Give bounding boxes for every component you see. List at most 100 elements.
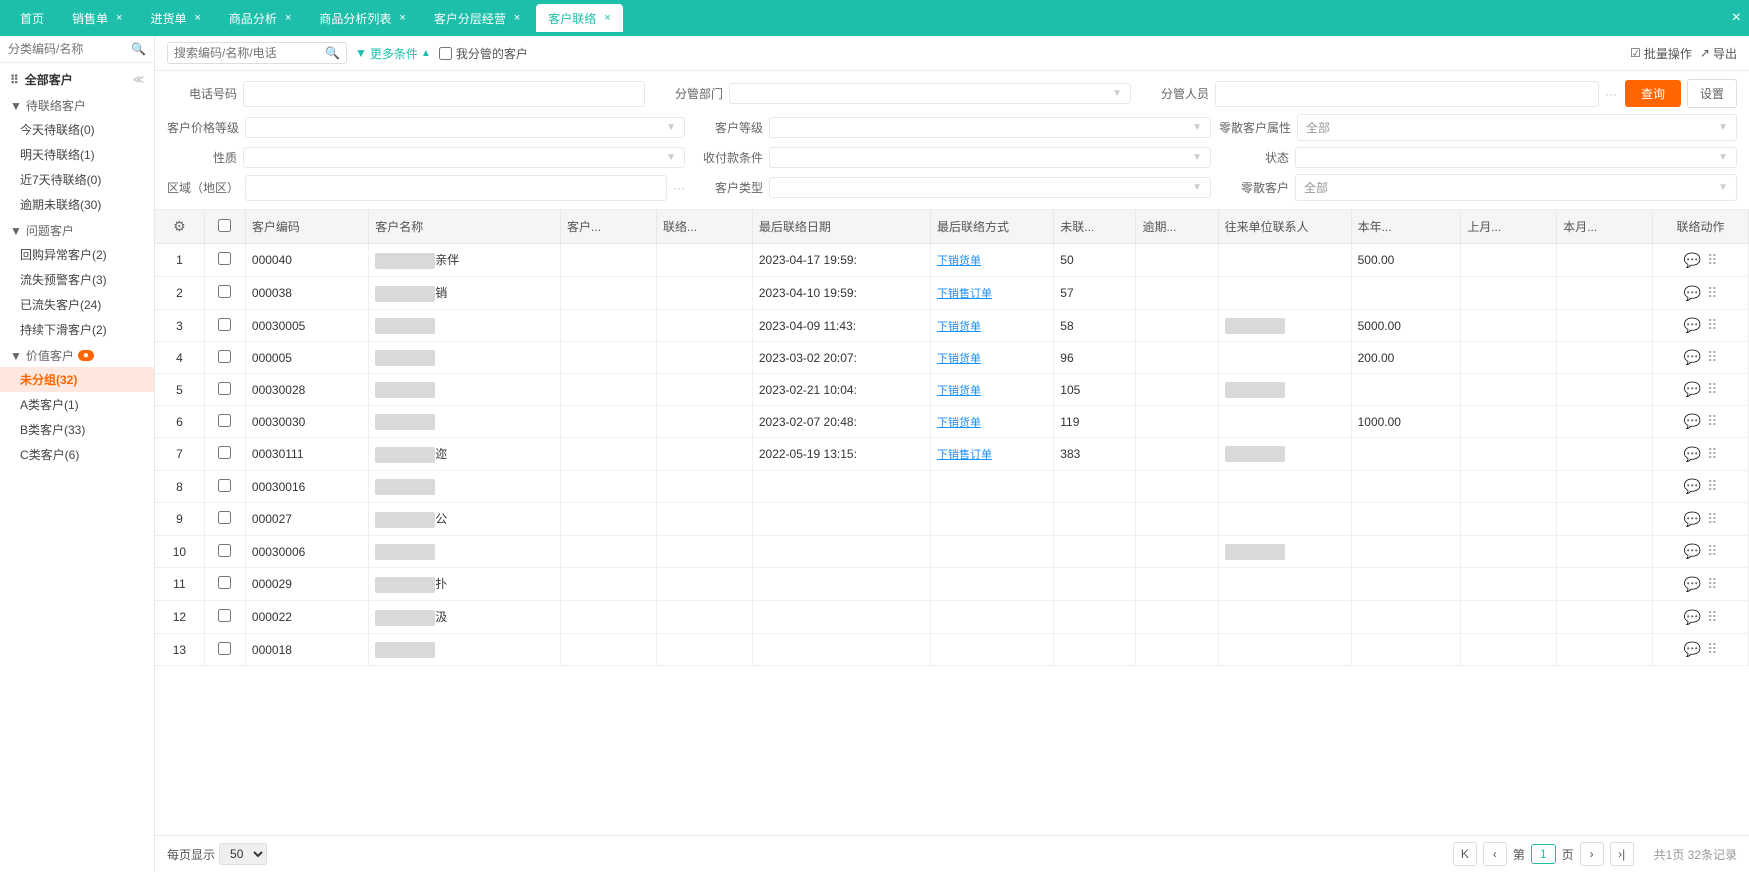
tab-customer-contact-close[interactable]: × xyxy=(604,12,610,24)
last-method-link[interactable]: 下销货单 xyxy=(937,353,981,365)
row-check[interactable] xyxy=(218,382,231,395)
row-check[interactable] xyxy=(218,576,231,589)
row-check[interactable] xyxy=(218,414,231,427)
close-all-icon[interactable]: × xyxy=(1732,9,1741,27)
check-all[interactable] xyxy=(218,219,231,232)
zero-attr-select[interactable]: 全部 ▼ xyxy=(1297,114,1737,141)
sidebar-item-declining[interactable]: 持续下滑客户(2) xyxy=(0,317,154,342)
price-level-select[interactable]: ▼ xyxy=(245,117,685,138)
chat-icon[interactable]: 💬 xyxy=(1684,543,1701,560)
group-value[interactable]: ▼ 价值客户 ● xyxy=(0,342,154,367)
tab-product-analysis[interactable]: 商品分析 × xyxy=(217,4,303,32)
sidebar-search-input[interactable] xyxy=(8,42,127,56)
grid-action-icon[interactable]: ⠿ xyxy=(1707,446,1717,463)
tab-customer-management[interactable]: 客户分层经营 × xyxy=(422,4,532,32)
tab-home[interactable]: 首页 xyxy=(8,4,56,32)
sidebar-collapse-icon[interactable]: ≪ xyxy=(132,73,144,86)
grid-action-icon[interactable]: ⠿ xyxy=(1707,641,1717,658)
prev-page-btn[interactable]: ‹ xyxy=(1483,842,1507,866)
grid-action-icon[interactable]: ⠿ xyxy=(1707,413,1717,430)
grid-action-icon[interactable]: ⠿ xyxy=(1707,543,1717,560)
chat-icon[interactable]: 💬 xyxy=(1684,317,1701,334)
person-input[interactable] xyxy=(1215,81,1599,107)
row-check[interactable] xyxy=(218,350,231,363)
sidebar-item-ungrouped[interactable]: 未分组(32) xyxy=(0,367,154,392)
region-input[interactable] xyxy=(245,175,667,201)
grid-action-icon[interactable]: ⠿ xyxy=(1707,511,1717,528)
customer-level-select[interactable]: ▼ xyxy=(769,117,1211,138)
chat-icon[interactable]: 💬 xyxy=(1684,446,1701,463)
gear-icon[interactable]: ⚙ xyxy=(173,218,186,234)
sidebar-item-tomorrow[interactable]: 明天待联络(1) xyxy=(0,142,154,167)
sidebar-item-overdue[interactable]: 逾期未联络(30) xyxy=(0,192,154,217)
row-check[interactable] xyxy=(218,252,231,265)
ctype-select[interactable]: ▼ xyxy=(769,177,1211,198)
dept-select[interactable]: ▼ xyxy=(729,83,1131,104)
zero-customer-select[interactable]: 全部 ▼ xyxy=(1295,174,1737,201)
person-dots[interactable]: ··· xyxy=(1605,87,1617,101)
sidebar-item-abnormal[interactable]: 回购异常客户(2) xyxy=(0,242,154,267)
export-btn[interactable]: ↗ 导出 xyxy=(1700,45,1737,62)
sidebar-search-icon[interactable]: 🔍 xyxy=(131,42,146,56)
grid-action-icon[interactable]: ⠿ xyxy=(1707,317,1717,334)
last-page-btn[interactable]: ›| xyxy=(1610,842,1634,866)
grid-action-icon[interactable]: ⠿ xyxy=(1707,381,1717,398)
sidebar-item-class-c[interactable]: C类客户(6) xyxy=(0,442,154,467)
sidebar-item-lost[interactable]: 已流失客户(24) xyxy=(0,292,154,317)
search-icon[interactable]: 🔍 xyxy=(325,46,340,60)
chat-icon[interactable]: 💬 xyxy=(1684,511,1701,528)
tab-product-analysis-close[interactable]: × xyxy=(285,12,291,24)
grid-action-icon[interactable]: ⠿ xyxy=(1707,576,1717,593)
chat-icon[interactable]: 💬 xyxy=(1684,576,1701,593)
row-check[interactable] xyxy=(218,544,231,557)
payment-select[interactable]: ▼ xyxy=(769,147,1211,168)
chat-icon[interactable]: 💬 xyxy=(1684,478,1701,495)
chat-icon[interactable]: 💬 xyxy=(1684,609,1701,626)
my-customers-checkbox[interactable] xyxy=(439,47,452,60)
row-check[interactable] xyxy=(218,511,231,524)
grid-action-icon[interactable]: ⠿ xyxy=(1707,349,1717,366)
grid-action-icon[interactable]: ⠿ xyxy=(1707,252,1717,269)
more-conditions-btn[interactable]: ▼ 更多条件 ▲ xyxy=(355,45,431,62)
search-input[interactable] xyxy=(174,46,321,60)
sidebar-all-customers[interactable]: ⠿ 全部客户 ≪ xyxy=(0,63,154,92)
tab-customer-management-close[interactable]: × xyxy=(514,12,520,24)
batch-btn[interactable]: ☑ 批量操作 xyxy=(1630,45,1692,62)
reset-btn[interactable]: 设置 xyxy=(1687,79,1737,108)
sidebar-item-class-a[interactable]: A类客户(1) xyxy=(0,392,154,417)
row-check[interactable] xyxy=(218,318,231,331)
my-customers-filter[interactable]: 我分管的客户 xyxy=(439,45,528,62)
tab-customer-contact[interactable]: 客户联络 × xyxy=(536,4,622,32)
query-btn[interactable]: 查询 xyxy=(1625,80,1681,107)
next-page-btn[interactable]: › xyxy=(1580,842,1604,866)
last-method-link[interactable]: 下销货单 xyxy=(937,385,981,397)
chat-icon[interactable]: 💬 xyxy=(1684,285,1701,302)
tab-purchase-close[interactable]: × xyxy=(194,12,200,24)
grid-action-icon[interactable]: ⠿ xyxy=(1707,478,1717,495)
chat-icon[interactable]: 💬 xyxy=(1684,381,1701,398)
page-size-select[interactable]: 50 xyxy=(219,843,267,865)
grid-action-icon[interactable]: ⠿ xyxy=(1707,285,1717,302)
tab-sales-close[interactable]: × xyxy=(116,12,122,24)
sidebar-item-today[interactable]: 今天待联络(0) xyxy=(0,117,154,142)
chat-icon[interactable]: 💬 xyxy=(1684,252,1701,269)
chat-icon[interactable]: 💬 xyxy=(1684,413,1701,430)
sidebar-item-class-b[interactable]: B类客户(33) xyxy=(0,417,154,442)
last-method-link[interactable]: 下销货单 xyxy=(937,255,981,267)
sidebar-item-churn-warning[interactable]: 流失预警客户(3) xyxy=(0,267,154,292)
phone-input[interactable] xyxy=(243,81,645,107)
last-method-link[interactable]: 下销售订单 xyxy=(937,449,992,461)
row-check[interactable] xyxy=(218,479,231,492)
tab-purchase[interactable]: 进货单 × xyxy=(138,4,212,32)
region-dots[interactable]: ··· xyxy=(673,181,685,195)
current-page[interactable]: 1 xyxy=(1531,844,1556,864)
tab-sales[interactable]: 销售单 × xyxy=(60,4,134,32)
row-check[interactable] xyxy=(218,609,231,622)
row-check[interactable] xyxy=(218,446,231,459)
chat-icon[interactable]: 💬 xyxy=(1684,349,1701,366)
group-waiting[interactable]: ▼ 待联络客户 xyxy=(0,92,154,117)
last-method-link[interactable]: 下销货单 xyxy=(937,321,981,333)
tab-product-analysis-list-close[interactable]: × xyxy=(399,12,405,24)
sidebar-item-7days[interactable]: 近7天待联络(0) xyxy=(0,167,154,192)
tab-product-analysis-list[interactable]: 商品分析列表 × xyxy=(307,4,417,32)
